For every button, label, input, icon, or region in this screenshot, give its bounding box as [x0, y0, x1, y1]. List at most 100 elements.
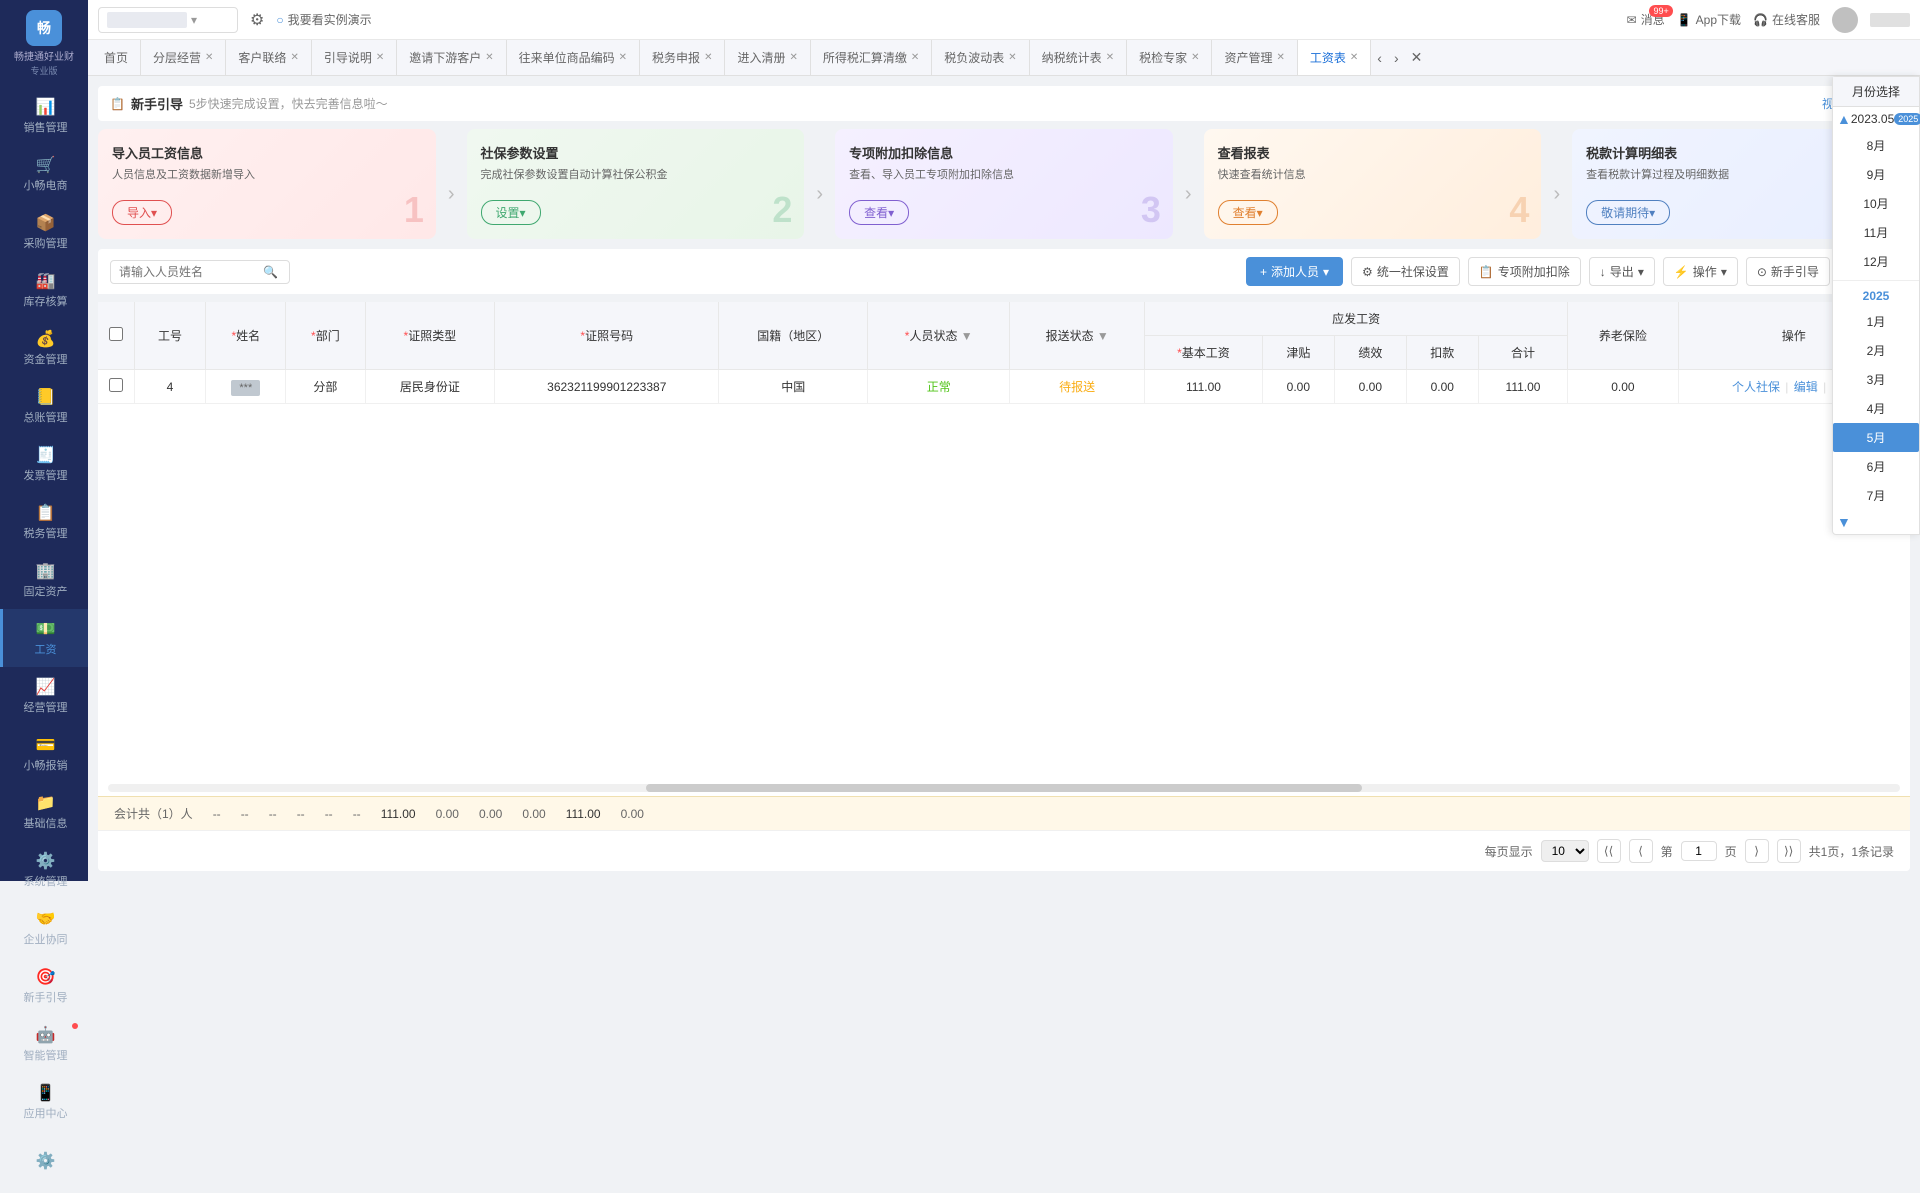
month-12[interactable]: 12月 [1833, 247, 1919, 276]
step-1-btn[interactable]: 导入▾ [112, 200, 172, 225]
sidebar-item-inventory[interactable]: 🏭 库存核算 [0, 261, 88, 319]
operation-btn[interactable]: ⚡ 操作 ▾ [1663, 257, 1738, 286]
tab-guide-tab[interactable]: 引导说明 ✕ [312, 40, 397, 75]
month-1[interactable]: 1月 [1833, 307, 1919, 336]
page-input[interactable] [1681, 841, 1717, 861]
user-avatar[interactable] [1832, 7, 1858, 33]
search-input[interactable] [119, 265, 259, 279]
app-download-btn[interactable]: 📱 App下载 [1677, 11, 1741, 28]
sidebar-item-salary[interactable]: 💵 工资 [0, 609, 88, 667]
tab-assets-close[interactable]: ✕ [1277, 52, 1285, 63]
row-checkbox[interactable] [109, 378, 123, 392]
sidebar-item-collab[interactable]: 🤝 企业协同 [0, 899, 88, 957]
step-2-btn[interactable]: 设置▾ [481, 200, 541, 225]
social-insurance-btn[interactable]: ⚙ 统一社保设置 [1351, 257, 1460, 286]
scrollbar-thumb[interactable] [646, 784, 1363, 792]
tab-invite[interactable]: 邀请下游客户 ✕ [397, 40, 506, 75]
account-dropdown-icon[interactable]: ▾ [191, 13, 197, 27]
report-filter-icon[interactable]: ▼ [1097, 329, 1109, 343]
sidebar-item-ecommerce[interactable]: 🛒 小畅电商 [0, 145, 88, 203]
sidebar-item-smart[interactable]: 🤖 智能管理 [0, 1015, 88, 1073]
sidebar-item-fixed[interactable]: 🏢 固定资产 [0, 551, 88, 609]
month-10[interactable]: 10月 [1833, 189, 1919, 218]
sidebar-item-general[interactable]: 📒 总账管理 [0, 377, 88, 435]
tab-product-code-close[interactable]: ✕ [619, 52, 627, 63]
last-page-btn[interactable]: ⟩⟩ [1777, 839, 1801, 863]
tab-tax-calc-close[interactable]: ✕ [911, 52, 919, 63]
month-7[interactable]: 7月 [1833, 481, 1919, 510]
horizontal-scrollbar[interactable] [108, 784, 1900, 792]
demo-btn[interactable]: ○ 我要看实例演示 [276, 11, 371, 28]
sidebar-item-guide[interactable]: 🎯 新手引导 [0, 957, 88, 1015]
tab-fencing-close[interactable]: ✕ [205, 52, 213, 63]
search-icon[interactable]: 🔍 [263, 265, 278, 279]
online-service-btn[interactable]: 🎧 在线客服 [1753, 11, 1820, 28]
tab-tax-reduce-close[interactable]: ✕ [1008, 52, 1016, 63]
tab-guide-close[interactable]: ✕ [376, 52, 384, 63]
month-5[interactable]: 5月 [1833, 423, 1919, 452]
cell-idtype: 居民身份证 [365, 370, 495, 404]
guide-btn[interactable]: ⊙ 新手引导 [1746, 257, 1830, 286]
month-11[interactable]: 11月 [1833, 218, 1919, 247]
tab-invite-close[interactable]: ✕ [485, 52, 493, 63]
tab-tax-report-close[interactable]: ✕ [704, 52, 712, 63]
sidebar-item-invoice[interactable]: 🧾 发票管理 [0, 435, 88, 493]
sidebar-item-finance[interactable]: 💰 资金管理 [0, 319, 88, 377]
deduction-btn[interactable]: 📋 专项附加扣除 [1468, 257, 1581, 286]
tab-salary-close[interactable]: ✕ [1350, 52, 1358, 63]
step-5-btn[interactable]: 敬请期待▾ [1586, 200, 1670, 225]
sidebar-item-app-center[interactable]: 📱 应用中心 [0, 1073, 88, 1131]
first-page-btn[interactable]: ⟨⟨ [1597, 839, 1621, 863]
tab-fencing[interactable]: 分层经营 ✕ [141, 40, 226, 75]
tab-customer-close[interactable]: ✕ [290, 52, 298, 63]
search-box[interactable]: 🔍 [110, 260, 290, 284]
tab-tax-expert-close[interactable]: ✕ [1191, 52, 1199, 63]
tab-tax-reduce[interactable]: 税负波动表 ✕ [932, 40, 1029, 75]
step-3-btn[interactable]: 查看▾ [849, 200, 909, 225]
month-6[interactable]: 6月 [1833, 452, 1919, 481]
tab-close-all-btn[interactable]: ✕ [1405, 47, 1429, 68]
sidebar-item-tax[interactable]: 📋 税务管理 [0, 493, 88, 551]
select-all-checkbox[interactable] [109, 327, 123, 341]
account-selector[interactable]: ▾ [98, 7, 238, 33]
sidebar-item-system[interactable]: ⚙️ 系统管理 [0, 841, 88, 899]
tab-tax-expert[interactable]: 税检专家 ✕ [1127, 40, 1212, 75]
message-btn[interactable]: ✉ 消息 99+ [1627, 11, 1665, 28]
month-4[interactable]: 4月 [1833, 394, 1919, 423]
tab-tax-stat-close[interactable]: ✕ [1106, 52, 1114, 63]
sidebar-item-marketing[interactable]: 💳 小畅报销 [0, 725, 88, 783]
month-9[interactable]: 9月 [1833, 160, 1919, 189]
tab-tax-calc[interactable]: 所得税汇算清缴 ✕ [811, 40, 932, 75]
tab-home[interactable]: 首页 [92, 40, 141, 75]
prev-page-btn[interactable]: ⟨ [1629, 839, 1653, 863]
tab-clearbook[interactable]: 进入清册 ✕ [725, 40, 810, 75]
sidebar-settings[interactable]: ⚙️ [29, 1141, 60, 1183]
tab-next-btn[interactable]: › [1388, 48, 1405, 68]
month-8[interactable]: 8月 [1833, 131, 1919, 160]
tab-clearbook-close[interactable]: ✕ [789, 52, 797, 63]
step-4-btn[interactable]: 查看▾ [1218, 200, 1278, 225]
add-employee-btn[interactable]: + 添加人员 ▾ [1246, 257, 1343, 286]
tab-prev-btn[interactable]: ‹ [1371, 48, 1388, 68]
sidebar-item-sales[interactable]: 📊 销售管理 [0, 87, 88, 145]
tab-tax-stat[interactable]: 纳税统计表 ✕ [1030, 40, 1127, 75]
action-social-insurance[interactable]: 个人社保 [1732, 380, 1780, 394]
next-page-btn[interactable]: ⟩ [1745, 839, 1769, 863]
sidebar-item-basic[interactable]: 📁 基础信息 [0, 783, 88, 841]
sidebar-item-operations[interactable]: 📈 经营管理 [0, 667, 88, 725]
topbar-settings-icon[interactable]: ⚙ [246, 6, 268, 34]
export-btn[interactable]: ↓ 导出 ▾ [1589, 257, 1655, 286]
status-filter-icon[interactable]: ▼ [961, 329, 973, 343]
tab-salary[interactable]: 工资表 ✕ [1298, 40, 1371, 75]
tab-product-code[interactable]: 往来单位商品编码 ✕ [507, 40, 640, 75]
per-page-select[interactable]: 10 20 50 [1541, 840, 1589, 862]
month-2[interactable]: 2月 [1833, 336, 1919, 365]
month-3[interactable]: 3月 [1833, 365, 1919, 394]
tab-customer[interactable]: 客户联络 ✕ [226, 40, 311, 75]
month-nav-up[interactable]: ▲ [1837, 111, 1851, 127]
action-edit[interactable]: 编辑 [1794, 380, 1818, 394]
month-nav-down[interactable]: ▼ [1837, 514, 1851, 530]
sidebar-item-purchase[interactable]: 📦 采购管理 [0, 203, 88, 261]
tab-tax-report[interactable]: 税务申报 ✕ [640, 40, 725, 75]
tab-assets[interactable]: 资产管理 ✕ [1212, 40, 1297, 75]
